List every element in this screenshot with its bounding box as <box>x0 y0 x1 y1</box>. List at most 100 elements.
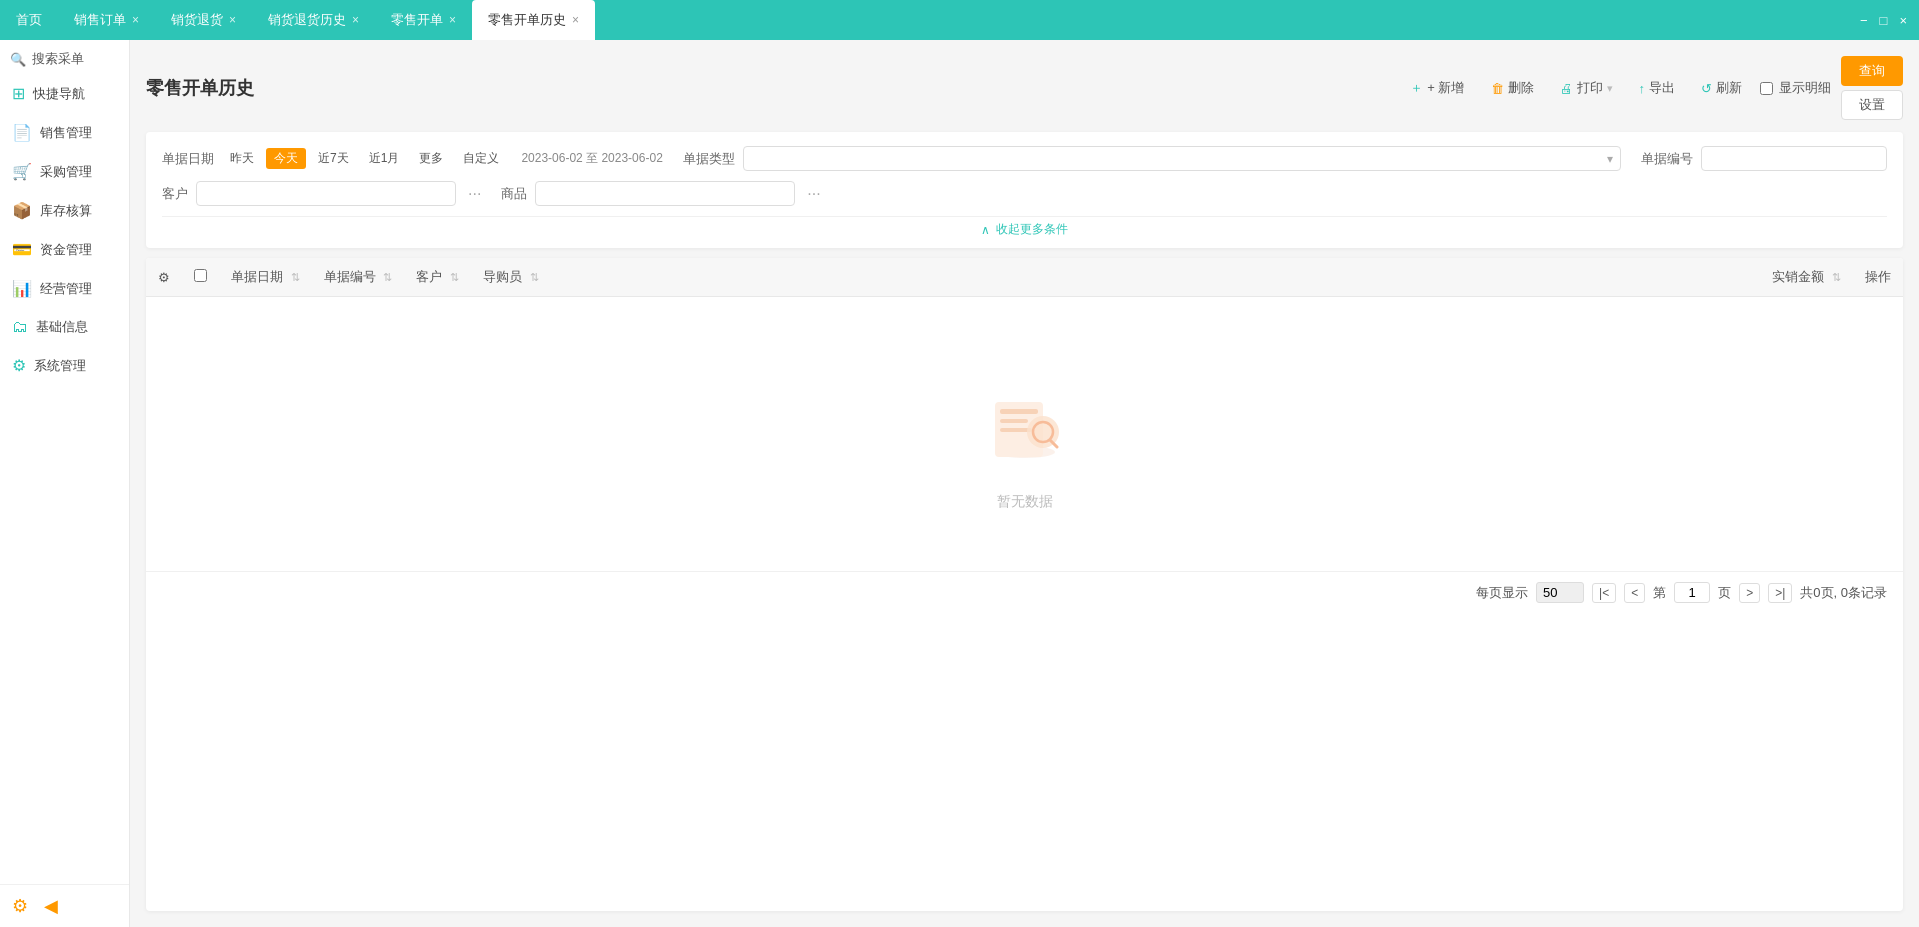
tab-sales-return-label: 销货退货 <box>171 11 223 29</box>
date-btn-custom[interactable]: 自定义 <box>455 148 507 169</box>
sidebar-item-sales-mgmt[interactable]: 📄 销售管理 <box>0 113 129 152</box>
refresh-label: 刷新 <box>1716 79 1742 97</box>
filter-date-label: 单据日期 <box>162 150 214 168</box>
filter-date-range: 2023-06-02 至 2023-06-02 <box>521 150 662 167</box>
col-amount-sort[interactable]: ⇅ <box>1832 271 1841 283</box>
pagination-size-label: 每页显示 <box>1476 584 1528 602</box>
col-settings: ⚙ <box>146 258 182 297</box>
sidebar-item-inventory[interactable]: 📦 库存核算 <box>0 191 129 230</box>
refresh-button[interactable]: ↺ 刷新 <box>1693 75 1750 101</box>
filter-doctype-select-wrap <box>743 146 1621 171</box>
tab-sales-return-history-close[interactable]: × <box>352 13 359 27</box>
filter-panel: 单据日期 昨天 今天 近7天 近1月 更多 自定义 2023-06-02 至 2… <box>146 132 1903 248</box>
filter-doctype-field: 单据类型 <box>683 146 1621 171</box>
empty-text: 暂无数据 <box>997 493 1053 511</box>
inventory-icon: 📦 <box>12 201 32 220</box>
pagination-summary: 共0页, 0条记录 <box>1800 584 1887 602</box>
sidebar-item-finance[interactable]: 💳 资金管理 <box>0 230 129 269</box>
table-body: 暂无数据 <box>146 297 1903 572</box>
collapse-bar[interactable]: ∧ 收起更多条件 <box>162 216 1887 240</box>
table-header-row: ⚙ 单据日期 ⇅ 单据编号 ⇅ <box>146 258 1903 297</box>
tab-retail-open-history-close[interactable]: × <box>572 13 579 27</box>
settings-bottom-icon[interactable]: ⚙ <box>12 895 28 917</box>
col-customer-sort[interactable]: ⇅ <box>450 271 459 283</box>
purchase-mgmt-icon: 🛒 <box>12 162 32 181</box>
pagination-first[interactable]: |< <box>1592 583 1616 603</box>
tab-sales-return-history[interactable]: 销货退货历史 × <box>252 0 375 40</box>
pagination-next[interactable]: > <box>1739 583 1760 603</box>
minimize-btn[interactable]: − <box>1860 13 1868 28</box>
date-btn-1month[interactable]: 近1月 <box>361 148 408 169</box>
tab-home[interactable]: 首页 <box>0 0 58 40</box>
sidebar-item-system[interactable]: ⚙ 系统管理 <box>0 346 129 385</box>
setting-button[interactable]: 设置 <box>1841 90 1903 120</box>
col-date: 单据日期 ⇅ <box>219 258 312 297</box>
pagination-size-select[interactable]: 10 20 50 100 <box>1536 582 1584 603</box>
sidebar-item-operations[interactable]: 📊 经营管理 <box>0 269 129 308</box>
sidebar-item-quick-nav[interactable]: ⊞ 快捷导航 <box>0 74 129 113</box>
select-all-checkbox[interactable] <box>194 269 207 282</box>
add-label: + 新增 <box>1427 79 1464 97</box>
date-btn-yesterday[interactable]: 昨天 <box>222 148 262 169</box>
col-action: 操作 <box>1853 258 1903 297</box>
tab-sales-order[interactable]: 销售订单 × <box>58 0 155 40</box>
print-label: 打印 <box>1577 79 1603 97</box>
toolbar: ＋ + 新增 🗑 删除 🖨 打印 ▾ ↑ 导出 ↺ <box>1402 56 1903 120</box>
filter-docno-field: 单据编号 <box>1641 146 1887 171</box>
col-customer-label: 客户 <box>416 269 442 284</box>
filter-product-input[interactable] <box>535 181 795 206</box>
filter-row-2: 客户 ··· 商品 ··· <box>162 181 1887 206</box>
svg-rect-3 <box>1000 419 1028 423</box>
filter-customer-dots[interactable]: ··· <box>468 185 481 203</box>
filter-product-dots[interactable]: ··· <box>807 185 820 203</box>
tab-sales-order-close[interactable]: × <box>132 13 139 27</box>
col-guide-sort[interactable]: ⇅ <box>530 271 539 283</box>
quick-nav-icon: ⊞ <box>12 84 25 103</box>
sidebar-item-basic-info[interactable]: 🗂 基础信息 <box>0 308 129 346</box>
filter-date-field: 单据日期 昨天 今天 近7天 近1月 更多 自定义 2023-06-02 至 2… <box>162 148 663 169</box>
table-settings-icon[interactable]: ⚙ <box>158 270 170 285</box>
tab-retail-open-history[interactable]: 零售开单历史 × <box>472 0 595 40</box>
tab-retail-open-close[interactable]: × <box>449 13 456 27</box>
col-date-sort[interactable]: ⇅ <box>291 271 300 283</box>
main-layout: 🔍 搜索采单 ⊞ 快捷导航 📄 销售管理 🛒 采购管理 📦 库存核算 💳 资金管… <box>0 40 1919 927</box>
filter-docno-input[interactable] <box>1701 146 1887 171</box>
filter-customer-input[interactable] <box>196 181 456 206</box>
collapse-sidebar-icon[interactable]: ◀ <box>44 895 58 917</box>
sidebar-item-purchase-mgmt-label: 采购管理 <box>40 163 92 181</box>
tab-sales-return-close[interactable]: × <box>229 13 236 27</box>
table-container: ⚙ 单据日期 ⇅ 单据编号 ⇅ <box>146 258 1903 911</box>
query-button[interactable]: 查询 <box>1841 56 1903 86</box>
filter-doctype-select[interactable] <box>743 146 1621 171</box>
show-detail-checkbox[interactable] <box>1760 82 1773 95</box>
sidebar-item-operations-label: 经营管理 <box>40 280 92 298</box>
print-icon: 🖨 <box>1560 81 1573 96</box>
col-no-sort[interactable]: ⇅ <box>383 271 392 283</box>
close-btn[interactable]: × <box>1899 13 1907 28</box>
delete-icon: 🗑 <box>1491 81 1504 96</box>
action-btns: 查询 设置 <box>1841 56 1903 120</box>
date-btn-today[interactable]: 今天 <box>266 148 306 169</box>
pagination-page-input[interactable] <box>1674 582 1710 603</box>
print-button[interactable]: 🖨 打印 ▾ <box>1552 75 1621 101</box>
export-button[interactable]: ↑ 导出 <box>1631 75 1684 101</box>
system-icon: ⚙ <box>12 356 26 375</box>
tab-sales-return[interactable]: 销货退货 × <box>155 0 252 40</box>
sidebar-item-system-label: 系统管理 <box>34 357 86 375</box>
tab-retail-open[interactable]: 零售开单 × <box>375 0 472 40</box>
date-btn-more[interactable]: 更多 <box>411 148 451 169</box>
basic-info-icon: 🗂 <box>12 318 28 336</box>
pagination-prev[interactable]: < <box>1624 583 1645 603</box>
maximize-btn[interactable]: □ <box>1880 13 1888 28</box>
col-guide-label: 导购员 <box>483 269 522 284</box>
tab-retail-open-label: 零售开单 <box>391 11 443 29</box>
sidebar-search[interactable]: 🔍 搜索采单 <box>0 40 129 74</box>
add-button[interactable]: ＋ + 新增 <box>1402 75 1472 101</box>
col-customer: 客户 ⇅ <box>404 258 471 297</box>
pagination-last[interactable]: >| <box>1768 583 1792 603</box>
search-icon: 🔍 <box>10 52 26 67</box>
sidebar-item-purchase-mgmt[interactable]: 🛒 采购管理 <box>0 152 129 191</box>
window-controls: − □ × <box>1860 13 1919 28</box>
delete-button[interactable]: 🗑 删除 <box>1483 75 1542 101</box>
date-btn-7days[interactable]: 近7天 <box>310 148 357 169</box>
